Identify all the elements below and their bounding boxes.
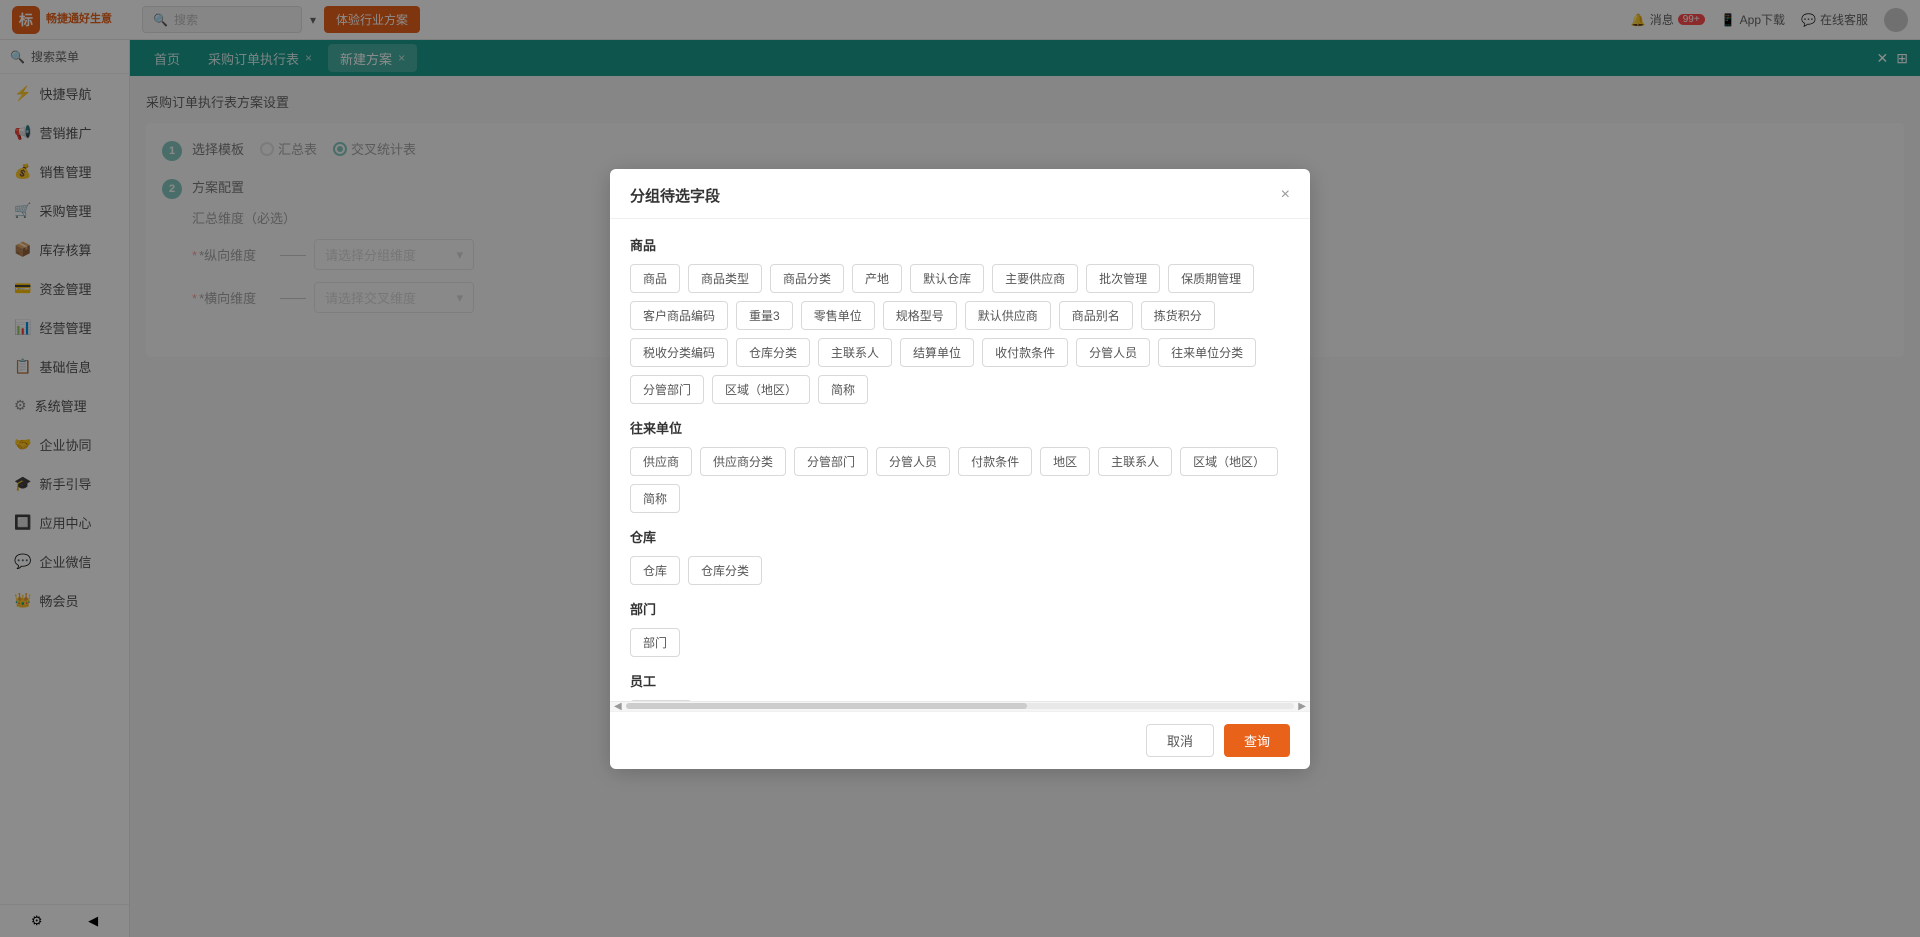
- field-tags-trade-unit: 供应商 供应商分类 分管部门 分管人员 付款条件 地区 主联系人 区域（地区） …: [630, 447, 1290, 513]
- field-tag-batch-manage[interactable]: 批次管理: [1086, 264, 1160, 293]
- field-tag-payment-condition[interactable]: 付款条件: [958, 447, 1032, 476]
- field-tag-weight3[interactable]: 重量3: [736, 301, 793, 330]
- field-tag-payment-terms[interactable]: 收付款条件: [982, 338, 1068, 367]
- section-title-warehouse: 仓库: [630, 527, 1290, 546]
- modal-title: 分组待选字段: [630, 185, 720, 206]
- field-tag-supplier-category[interactable]: 供应商分类: [700, 447, 786, 476]
- section-title-dept: 部门: [630, 599, 1290, 618]
- field-tag-region2[interactable]: 区域（地区）: [1180, 447, 1278, 476]
- field-tags-dept: 部门: [630, 628, 1290, 657]
- field-tag-manager[interactable]: 分管人员: [1076, 338, 1150, 367]
- field-tag-goods-type[interactable]: 商品类型: [688, 264, 762, 293]
- modal-overlay[interactable]: 分组待选字段 × 商品 商品 商品类型 商品分类 产地 默认仓库 主要供应商 批…: [0, 0, 1920, 937]
- field-tag-pick-points[interactable]: 拣货积分: [1141, 301, 1215, 330]
- field-tag-main-contact[interactable]: 主联系人: [818, 338, 892, 367]
- field-tag-settlement-unit[interactable]: 结算单位: [900, 338, 974, 367]
- field-tag-short-name1[interactable]: 简称: [818, 375, 868, 404]
- field-tag-goods-category[interactable]: 商品分类: [770, 264, 844, 293]
- field-tag-short-name2[interactable]: 简称: [630, 484, 680, 513]
- section-title-trade-unit: 往来单位: [630, 418, 1290, 437]
- field-tag-goods[interactable]: 商品: [630, 264, 680, 293]
- hscroll-thumb[interactable]: [626, 703, 1027, 709]
- modal-footer: 取消 查询: [610, 711, 1310, 769]
- field-tag-default-warehouse[interactable]: 默认仓库: [910, 264, 984, 293]
- field-tag-region1[interactable]: 区域（地区）: [712, 375, 810, 404]
- field-tag-manage-dept[interactable]: 分管部门: [794, 447, 868, 476]
- field-tag-warehouse[interactable]: 仓库: [630, 556, 680, 585]
- field-tag-manage-person[interactable]: 分管人员: [876, 447, 950, 476]
- field-tag-origin[interactable]: 产地: [852, 264, 902, 293]
- field-tag-department[interactable]: 部门: [630, 628, 680, 657]
- field-tag-retail-unit[interactable]: 零售单位: [801, 301, 875, 330]
- field-tag-spec-model[interactable]: 规格型号: [883, 301, 957, 330]
- field-tag-goods-alias[interactable]: 商品别名: [1059, 301, 1133, 330]
- field-tag-trade-unit-category[interactable]: 往来单位分类: [1158, 338, 1256, 367]
- modal-header: 分组待选字段 ×: [610, 169, 1310, 219]
- modal-dialog: 分组待选字段 × 商品 商品 商品类型 商品分类 产地 默认仓库 主要供应商 批…: [610, 169, 1310, 769]
- field-tags-warehouse: 仓库 仓库分类: [630, 556, 1290, 585]
- section-title-goods: 商品: [630, 235, 1290, 254]
- field-tag-main-contact2[interactable]: 主联系人: [1098, 447, 1172, 476]
- field-tag-warehouse-cat[interactable]: 仓库分类: [688, 556, 762, 585]
- field-tag-main-supplier[interactable]: 主要供应商: [992, 264, 1078, 293]
- field-tag-customer-code[interactable]: 客户商品编码: [630, 301, 728, 330]
- field-tag-default-supplier[interactable]: 默认供应商: [965, 301, 1051, 330]
- confirm-button[interactable]: 查询: [1224, 724, 1290, 757]
- field-tag-shelf-life[interactable]: 保质期管理: [1168, 264, 1254, 293]
- modal-close-button[interactable]: ×: [1281, 186, 1290, 204]
- field-tags-goods: 商品 商品类型 商品分类 产地 默认仓库 主要供应商 批次管理 保质期管理 客户…: [630, 264, 1290, 404]
- modal-horizontal-scrollbar[interactable]: ◀ ▶: [610, 701, 1310, 711]
- field-tag-supplier[interactable]: 供应商: [630, 447, 692, 476]
- cancel-button[interactable]: 取消: [1146, 724, 1214, 757]
- section-title-staff: 员工: [630, 671, 1290, 690]
- field-tag-district[interactable]: 地区: [1040, 447, 1090, 476]
- field-tag-tax-code[interactable]: 税收分类编码: [630, 338, 728, 367]
- field-tag-dept[interactable]: 分管部门: [630, 375, 704, 404]
- modal-body: 商品 商品 商品类型 商品分类 产地 默认仓库 主要供应商 批次管理 保质期管理…: [610, 219, 1310, 701]
- field-tag-warehouse-category[interactable]: 仓库分类: [736, 338, 810, 367]
